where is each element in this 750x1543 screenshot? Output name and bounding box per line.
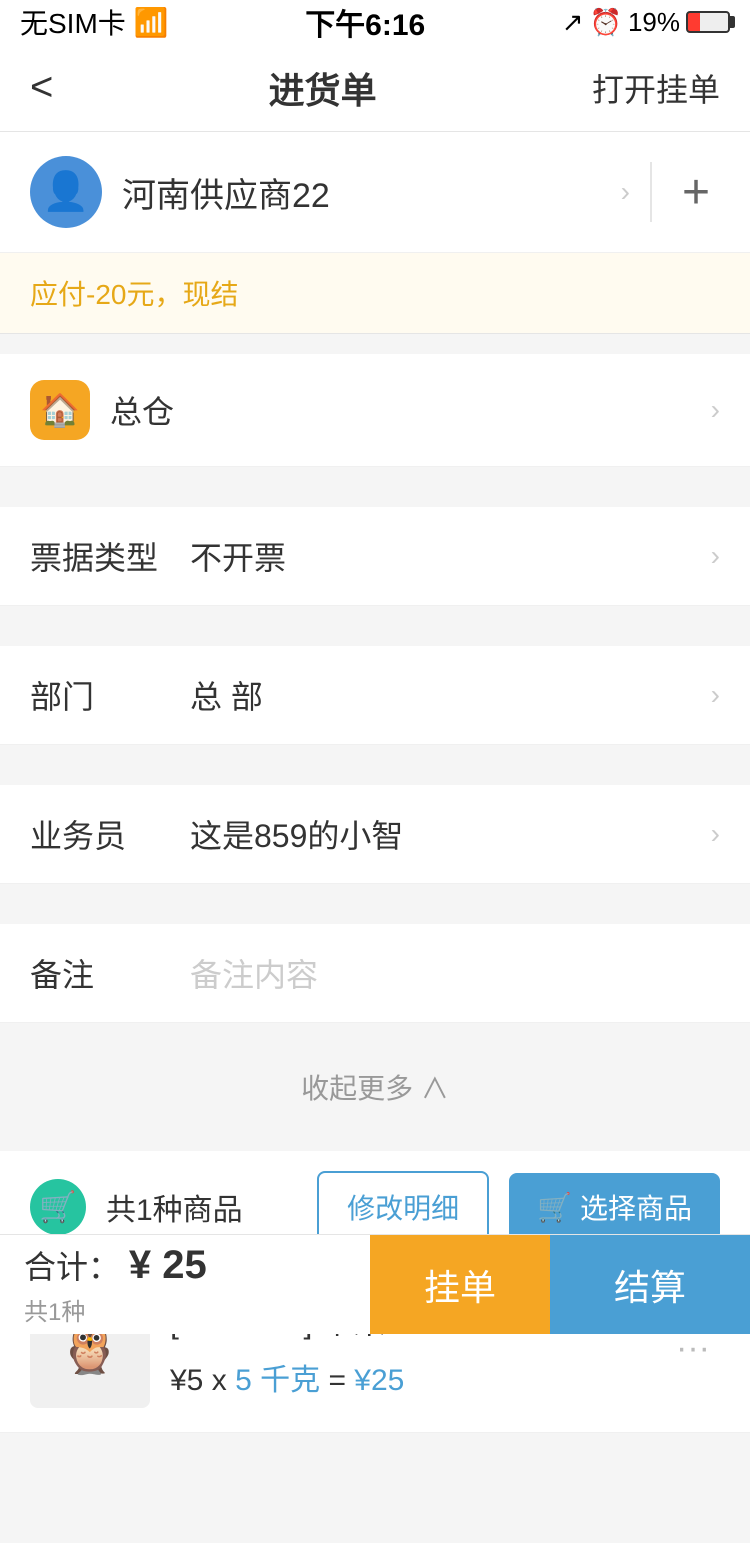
battery-percent: 19%: [628, 7, 680, 38]
supplier-notice: 应付-20元，现结: [0, 253, 750, 333]
warehouse-icon: 🏠: [30, 380, 90, 440]
warehouse-chevron-icon: ›: [711, 394, 720, 426]
unit-label: 千克: [260, 1364, 320, 1397]
divider: [650, 162, 652, 222]
department-label: 部门: [30, 672, 190, 718]
supplier-section: 👤 河南供应商22 › + 应付-20元，现结: [0, 132, 750, 334]
equals-sign: =: [328, 1364, 354, 1397]
product-count-label: 共1种商品: [106, 1185, 297, 1229]
supplier-avatar: 👤: [30, 156, 102, 228]
invoice-value: 不开票: [190, 533, 711, 579]
department-value: 总 部: [190, 672, 711, 718]
page-title: 进货单: [269, 62, 377, 114]
back-button[interactable]: <: [30, 65, 53, 110]
remark-label: 备注: [30, 950, 190, 996]
product-count-icon: 🛒: [30, 1179, 86, 1235]
nav-bar: < 进货单 打开挂单: [0, 44, 750, 132]
status-bar: 无SIM卡 📶 下午6:16 ↗ ⏰ 19%: [0, 0, 750, 44]
salesperson-chevron-icon: ›: [711, 818, 720, 850]
department-card: 部门 总 部 ›: [0, 646, 750, 745]
select-product-icon: 🛒: [537, 1191, 572, 1224]
warehouse-card: 🏠 总仓 ›: [0, 354, 750, 467]
warehouse-row[interactable]: 🏠 总仓 ›: [0, 354, 750, 467]
alarm-icon: ⏰: [590, 7, 622, 38]
supplier-chevron-icon: ›: [621, 176, 630, 208]
house-icon: 🏠: [40, 391, 80, 429]
total-label: 合计：: [24, 1249, 120, 1285]
product-price: ¥5 x 5 千克 = ¥25: [170, 1355, 646, 1399]
quantity-value[interactable]: 5: [235, 1364, 252, 1397]
status-right: ↗ ⏰ 19%: [562, 7, 730, 38]
department-chevron-icon: ›: [711, 679, 720, 711]
status-left: 无SIM卡 📶: [20, 2, 169, 42]
add-button[interactable]: +: [672, 165, 720, 220]
warehouse-name: 总仓: [110, 387, 711, 433]
battery-icon: [686, 11, 730, 33]
invoice-row[interactable]: 票据类型 不开票 ›: [0, 507, 750, 606]
wifi-icon: 📶: [134, 6, 169, 39]
remark-card: 备注 备注内容: [0, 924, 750, 1023]
bottom-total: 合计： ¥ 25 共1种: [0, 1235, 370, 1334]
collapse-bar[interactable]: 收起更多 ∧: [0, 1043, 750, 1131]
remark-placeholder[interactable]: 备注内容: [190, 950, 720, 996]
edit-detail-button[interactable]: 修改明细: [317, 1171, 489, 1243]
salesperson-label: 业务员: [30, 811, 190, 857]
cart-icon: 🛒: [39, 1190, 76, 1225]
salesperson-row[interactable]: 业务员 这是859的小智 ›: [0, 785, 750, 884]
salesperson-value: 这是859的小智: [190, 811, 711, 857]
supplier-row[interactable]: 👤 河南供应商22 › +: [0, 132, 750, 253]
person-icon: 👤: [42, 170, 89, 214]
remark-row[interactable]: 备注 备注内容: [0, 924, 750, 1023]
collapse-label: 收起更多 ∧: [301, 1067, 449, 1107]
total-price: ¥25: [354, 1364, 404, 1397]
location-icon: ↗: [562, 7, 584, 38]
open-hang-button[interactable]: 打开挂单: [592, 65, 720, 111]
invoice-chevron-icon: ›: [711, 540, 720, 572]
select-product-label: 选择商品: [580, 1187, 692, 1227]
bottom-bar: 合计： ¥ 25 共1种 挂单 结算: [0, 1234, 750, 1334]
status-time: 下午6:16: [305, 0, 425, 44]
unit-price: ¥5: [170, 1364, 203, 1397]
department-row[interactable]: 部门 总 部 ›: [0, 646, 750, 745]
total-amount-line: 合计： ¥ 25: [24, 1242, 346, 1288]
invoice-label: 票据类型: [30, 533, 190, 579]
salesperson-card: 业务员 这是859的小智 ›: [0, 785, 750, 884]
total-count: 共1种: [24, 1292, 346, 1327]
total-amount: ¥ 25: [129, 1243, 207, 1287]
hang-button[interactable]: 挂单: [370, 1235, 550, 1334]
invoice-card: 票据类型 不开票 ›: [0, 507, 750, 606]
select-product-button[interactable]: 🛒 选择商品: [509, 1173, 720, 1241]
multiply-sign: x: [212, 1364, 235, 1397]
supplier-name: 河南供应商22: [122, 168, 621, 217]
carrier-text: 无SIM卡: [20, 2, 126, 42]
checkout-button[interactable]: 结算: [550, 1235, 750, 1334]
